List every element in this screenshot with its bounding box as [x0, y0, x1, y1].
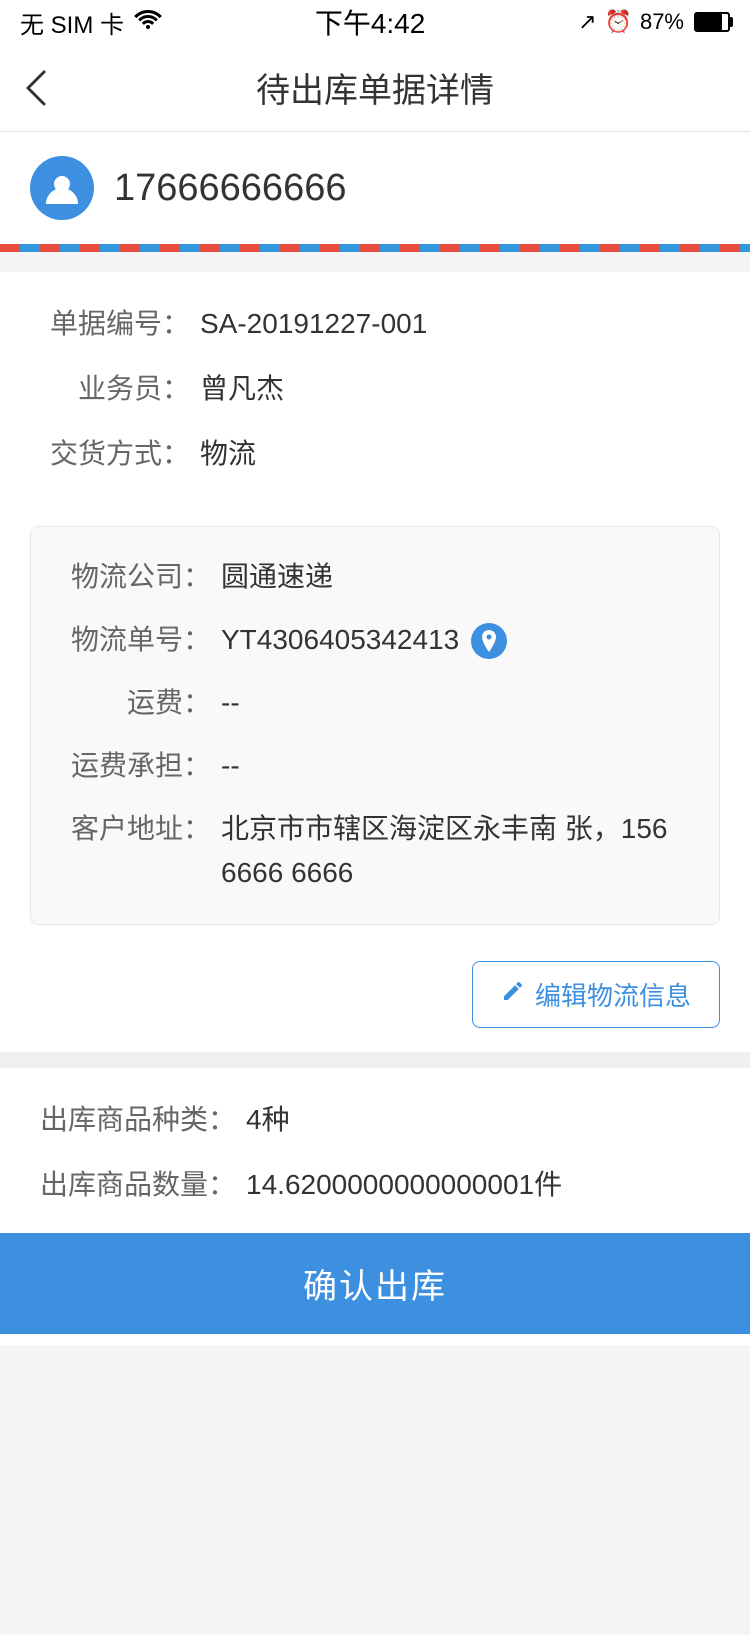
freight-bear-row: 运费承担： -- — [61, 744, 689, 789]
back-button[interactable] — [24, 68, 48, 108]
delivery-label: 交货方式： — [40, 432, 200, 477]
goods-types-label: 出库商品种类： — [40, 1098, 246, 1143]
status-right: ↗ ⏰ 87% — [578, 9, 730, 35]
battery-percentage: 87% — [640, 9, 684, 35]
customer-phone: 17666666666 — [114, 167, 346, 210]
logistics-tracking-row: 物流单号： YT4306405342413 — [61, 618, 689, 663]
logistics-card: 物流公司： 圆通速递 物流单号： YT4306405342413 运费： -- … — [30, 526, 720, 925]
customer-header: 17666666666 — [0, 132, 750, 244]
goods-types-value: 4种 — [246, 1098, 710, 1143]
order-no-row: 单据编号： SA-20191227-001 — [40, 302, 710, 347]
confirm-btn-wrap: 确认出库 — [0, 1233, 750, 1334]
goods-section: 出库商品种类： 4种 出库商品数量： 14.6200000000000001件 — [0, 1068, 750, 1238]
edit-icon — [501, 979, 525, 1010]
nav-bar: 待出库单据详情 — [0, 44, 750, 132]
wifi-icon — [134, 8, 162, 36]
battery-icon — [694, 12, 730, 32]
logistics-tracking-label: 物流单号： — [61, 618, 221, 663]
carrier-text: 无 SIM 卡 — [20, 5, 124, 40]
goods-quantity-label: 出库商品数量： — [40, 1163, 246, 1208]
tracking-location-icon[interactable] — [471, 623, 507, 659]
status-time: 下午4:42 — [315, 2, 426, 42]
logistics-tracking-value: YT4306405342413 — [221, 618, 689, 663]
delivery-row: 交货方式： 物流 — [40, 432, 710, 477]
logistics-company-row: 物流公司： 圆通速递 — [61, 555, 689, 600]
freight-bear-value: -- — [221, 744, 689, 789]
section-divider-1 — [0, 1052, 750, 1068]
freight-bear-label: 运费承担： — [61, 744, 221, 789]
location-status-icon: ↗ — [578, 9, 596, 35]
confirm-outbound-button[interactable]: 确认出库 — [303, 1259, 447, 1308]
avatar — [30, 156, 94, 220]
address-value: 北京市市辖区海淀区永丰南 张，156 6666 6666 — [221, 807, 689, 897]
salesman-value: 曾凡杰 — [200, 367, 710, 412]
status-bar: 无 SIM 卡 下午4:42 ↗ ⏰ 87% — [0, 0, 750, 44]
dashed-divider — [0, 244, 750, 252]
freight-label: 运费： — [61, 681, 221, 726]
alarm-icon: ⏰ — [605, 9, 632, 35]
address-row: 客户地址： 北京市市辖区海淀区永丰南 张，156 6666 6666 — [61, 807, 689, 897]
order-no-label: 单据编号： — [40, 302, 200, 347]
address-label: 客户地址： — [61, 807, 221, 852]
order-info-section: 单据编号： SA-20191227-001 业务员： 曾凡杰 交货方式： 物流 — [0, 272, 750, 506]
freight-row: 运费： -- — [61, 681, 689, 726]
edit-logistics-label: 编辑物流信息 — [535, 976, 691, 1013]
salesman-row: 业务员： 曾凡杰 — [40, 367, 710, 412]
goods-quantity-value: 14.6200000000000001件 — [246, 1163, 710, 1208]
logistics-company-value: 圆通速递 — [221, 555, 689, 600]
empty-space — [0, 1345, 750, 1545]
page-title: 待出库单据详情 — [256, 63, 494, 112]
goods-types-row: 出库商品种类： 4种 — [40, 1098, 710, 1143]
edit-logistics-button[interactable]: 编辑物流信息 — [472, 961, 720, 1028]
delivery-value: 物流 — [200, 432, 710, 477]
goods-quantity-row: 出库商品数量： 14.6200000000000001件 — [40, 1163, 710, 1208]
logistics-company-label: 物流公司： — [61, 555, 221, 600]
edit-btn-wrap: 编辑物流信息 — [0, 945, 750, 1052]
salesman-label: 业务员： — [40, 367, 200, 412]
status-left: 无 SIM 卡 — [20, 5, 162, 40]
freight-value: -- — [221, 681, 689, 726]
order-no-value: SA-20191227-001 — [200, 302, 710, 347]
